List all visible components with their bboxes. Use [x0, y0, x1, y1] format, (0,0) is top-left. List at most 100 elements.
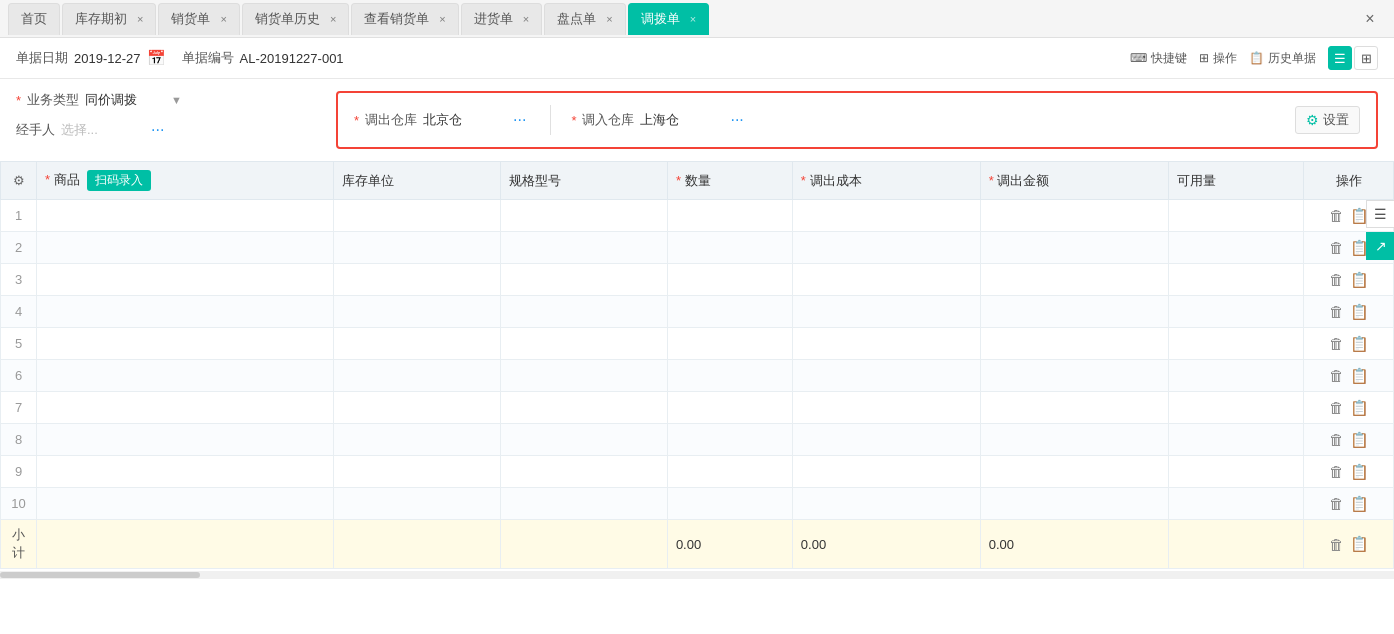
transfer-out-value[interactable]: 北京仓: [423, 111, 503, 129]
tab-sales-history[interactable]: 销货单历史 ×: [242, 3, 349, 35]
row-7-product[interactable]: [37, 392, 334, 424]
row-9-amount[interactable]: [980, 456, 1168, 488]
row-6-product[interactable]: [37, 360, 334, 392]
row-9-qty[interactable]: [667, 456, 792, 488]
row-10-amount[interactable]: [980, 488, 1168, 520]
row-5-copy-btn[interactable]: 📋: [1350, 335, 1369, 353]
row-3-delete-btn[interactable]: 🗑: [1329, 271, 1344, 288]
row-4-amount[interactable]: [980, 296, 1168, 328]
sidebar-list-icon-btn[interactable]: ☰: [1366, 200, 1394, 228]
row-8-product[interactable]: [37, 424, 334, 456]
row-3-copy-btn[interactable]: 📋: [1350, 271, 1369, 289]
tab-transfer-close[interactable]: ×: [690, 13, 696, 25]
row-8-copy-btn[interactable]: 📋: [1350, 431, 1369, 449]
row-9-cost[interactable]: [792, 456, 980, 488]
row-11-delete-btn[interactable]: 🗑: [1329, 536, 1344, 553]
row-1-qty[interactable]: [667, 200, 792, 232]
tab-sales-close[interactable]: ×: [220, 13, 226, 25]
row-8-qty[interactable]: [667, 424, 792, 456]
row-7-cost[interactable]: [792, 392, 980, 424]
tab-sales[interactable]: 销货单 ×: [158, 3, 239, 35]
row-2-delete-btn[interactable]: 🗑: [1329, 239, 1344, 256]
row-1-delete-btn[interactable]: 🗑: [1329, 207, 1344, 224]
row-1-cost[interactable]: [792, 200, 980, 232]
row-4-qty[interactable]: [667, 296, 792, 328]
row-8-delete-btn[interactable]: 🗑: [1329, 431, 1344, 448]
row-4-copy-btn[interactable]: 📋: [1350, 303, 1369, 321]
calendar-icon[interactable]: 📅: [147, 49, 166, 67]
row-9-copy-btn[interactable]: 📋: [1350, 463, 1369, 481]
handler-more-btn[interactable]: ···: [147, 121, 168, 139]
tab-view-sales-close[interactable]: ×: [439, 13, 445, 25]
tab-inventory-label: 盘点单: [557, 10, 596, 28]
column-settings-icon[interactable]: ⚙: [13, 173, 25, 188]
table-row: 1 🗑 📋: [1, 200, 1394, 232]
tab-stock-init[interactable]: 库存期初 ×: [62, 3, 156, 35]
row-6-copy-btn[interactable]: 📋: [1350, 367, 1369, 385]
table-body: 1 🗑 📋 2 🗑 📋 3 🗑 📋 4 🗑 📋 5 🗑 📋 6 🗑 📋 7: [1, 200, 1394, 569]
row-5-delete-btn[interactable]: 🗑: [1329, 335, 1344, 352]
tab-view-sales[interactable]: 查看销货单 ×: [351, 3, 458, 35]
row-11-copy-btn[interactable]: 📋: [1350, 535, 1369, 553]
row-3-product[interactable]: [37, 264, 334, 296]
row-9-product[interactable]: [37, 456, 334, 488]
layout-list-btn[interactable]: ☰: [1328, 46, 1352, 70]
shortcut-action[interactable]: ⌨ 快捷键: [1130, 50, 1187, 67]
row-10-delete-btn[interactable]: 🗑: [1329, 495, 1344, 512]
row-7-amount[interactable]: [980, 392, 1168, 424]
tab-inventory-close[interactable]: ×: [606, 13, 612, 25]
row-1-amount[interactable]: [980, 200, 1168, 232]
row-1-product[interactable]: [37, 200, 334, 232]
row-4-product[interactable]: [37, 296, 334, 328]
layout-grid-btn[interactable]: ⊞: [1354, 46, 1378, 70]
business-type-value[interactable]: 同价调拨: [85, 91, 165, 109]
row-10-product[interactable]: [37, 488, 334, 520]
row-2-cost[interactable]: [792, 232, 980, 264]
row-5-amount[interactable]: [980, 328, 1168, 360]
row-3-qty[interactable]: [667, 264, 792, 296]
row-3-amount[interactable]: [980, 264, 1168, 296]
row-2-amount[interactable]: [980, 232, 1168, 264]
row-2-product[interactable]: [37, 232, 334, 264]
operate-action[interactable]: ⊞ 操作: [1199, 50, 1237, 67]
row-6-delete-btn[interactable]: 🗑: [1329, 367, 1344, 384]
row-6-qty[interactable]: [667, 360, 792, 392]
row-8-amount[interactable]: [980, 424, 1168, 456]
transfer-in-value[interactable]: 上海仓: [640, 111, 720, 129]
row-6-cost[interactable]: [792, 360, 980, 392]
row-8-cost[interactable]: [792, 424, 980, 456]
row-4-delete-btn[interactable]: 🗑: [1329, 303, 1344, 320]
row-5-product[interactable]: [37, 328, 334, 360]
history-action[interactable]: 📋 历史单据: [1249, 50, 1316, 67]
scan-button[interactable]: 扫码录入: [87, 170, 151, 191]
tab-inventory[interactable]: 盘点单 ×: [544, 3, 625, 35]
row-2-qty[interactable]: [667, 232, 792, 264]
handler-value[interactable]: 选择...: [61, 121, 141, 139]
row-7-copy-btn[interactable]: 📋: [1350, 399, 1369, 417]
settings-button[interactable]: ⚙ 设置: [1295, 106, 1360, 134]
row-10-cost[interactable]: [792, 488, 980, 520]
row-7-delete-btn[interactable]: 🗑: [1329, 399, 1344, 416]
transfer-in-more-btn[interactable]: ···: [726, 111, 747, 129]
tab-transfer[interactable]: 调拨单 ×: [628, 3, 709, 35]
row-5-cost[interactable]: [792, 328, 980, 360]
window-close-button[interactable]: ×: [1354, 3, 1386, 35]
row-6-amount[interactable]: [980, 360, 1168, 392]
row-9-delete-btn[interactable]: 🗑: [1329, 463, 1344, 480]
business-type-arrow[interactable]: ▼: [171, 94, 182, 106]
row-10-qty[interactable]: [667, 488, 792, 520]
tab-stock-init-close[interactable]: ×: [137, 13, 143, 25]
row-10-copy-btn[interactable]: 📋: [1350, 495, 1369, 513]
sidebar-export-icon-btn[interactable]: ↗: [1366, 232, 1394, 260]
row-5-qty[interactable]: [667, 328, 792, 360]
row-3-cost[interactable]: [792, 264, 980, 296]
horizontal-scrollbar[interactable]: [0, 571, 1394, 579]
row-7-qty[interactable]: [667, 392, 792, 424]
tab-sales-history-close[interactable]: ×: [330, 13, 336, 25]
tab-home[interactable]: 首页: [8, 3, 60, 35]
scrollbar-thumb[interactable]: [0, 572, 200, 578]
tab-purchase[interactable]: 进货单 ×: [461, 3, 542, 35]
transfer-out-more-btn[interactable]: ···: [509, 111, 530, 129]
tab-purchase-close[interactable]: ×: [523, 13, 529, 25]
row-4-cost[interactable]: [792, 296, 980, 328]
